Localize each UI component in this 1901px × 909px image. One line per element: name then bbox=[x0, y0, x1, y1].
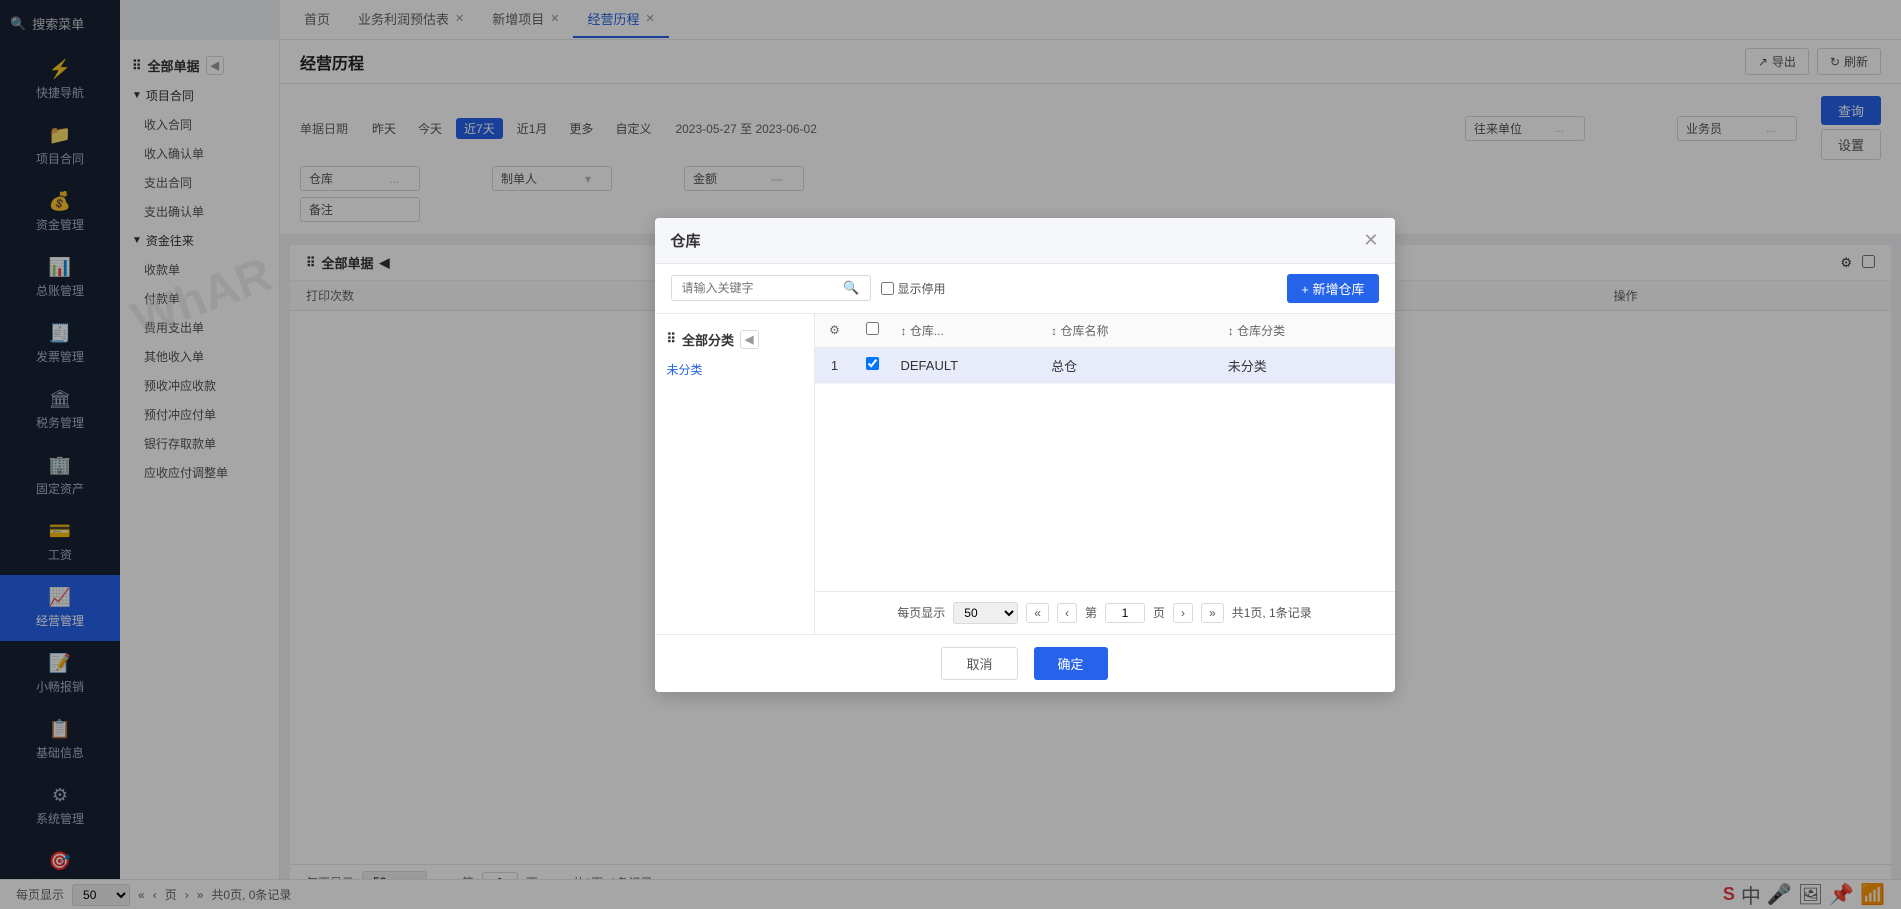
all-category-btn[interactable]: ⠿ 全部分类 ◀ bbox=[655, 324, 814, 355]
uncategorized-item[interactable]: 未分类 bbox=[655, 355, 814, 384]
search-input[interactable] bbox=[682, 281, 838, 295]
modal-body: 🔍 显示停用 + 新增仓库 ⠿ 全部分类 ◀ 未分类 bbox=[655, 264, 1395, 692]
warehouse-modal: 仓库 ✕ 🔍 显示停用 + 新增仓库 ⠿ bbox=[655, 218, 1395, 692]
table-row[interactable]: 1 DEFAULT 总仓 未分类 bbox=[815, 348, 1395, 384]
sort-name-icon[interactable]: ↕ bbox=[1051, 324, 1057, 338]
row-check[interactable] bbox=[855, 357, 891, 373]
modal-first-page-btn[interactable]: « bbox=[1026, 603, 1049, 623]
row-settings-btn[interactable]: 1 bbox=[815, 358, 855, 373]
add-warehouse-button[interactable]: + 新增仓库 bbox=[1287, 274, 1378, 303]
col-header-settings[interactable]: ⚙ bbox=[815, 323, 855, 337]
cancel-button[interactable]: 取消 bbox=[941, 647, 1017, 680]
modal-page-suffix: 页 bbox=[1153, 604, 1165, 621]
col-header-check[interactable] bbox=[855, 322, 891, 338]
modal-header: 仓库 ✕ bbox=[655, 218, 1395, 264]
modal-page-size-select[interactable]: 50 100 bbox=[953, 602, 1018, 624]
modal-last-page-btn[interactable]: » bbox=[1201, 603, 1224, 623]
modal-page-label: 第 bbox=[1085, 604, 1097, 621]
col-header-category: ↕ 仓库分类 bbox=[1218, 322, 1395, 339]
modal-page-size-label: 每页显示 bbox=[897, 604, 945, 621]
modal-title: 仓库 bbox=[671, 230, 701, 251]
modal-toolbar: 🔍 显示停用 + 新增仓库 bbox=[655, 264, 1395, 314]
row-code: DEFAULT bbox=[891, 358, 1042, 373]
col-header-code: ↕ 仓库... bbox=[891, 322, 1042, 339]
confirm-button[interactable]: 确定 bbox=[1034, 647, 1108, 680]
modal-prev-page-btn[interactable]: ‹ bbox=[1057, 603, 1077, 623]
modal-page-input[interactable] bbox=[1105, 603, 1145, 623]
search-box: 🔍 bbox=[671, 275, 871, 301]
grid3-icon: ⠿ bbox=[667, 331, 677, 347]
modal-content-area: ⠿ 全部分类 ◀ 未分类 ⚙ bbox=[655, 314, 1395, 634]
modal-pagination: 每页显示 50 100 « ‹ 第 页 › » 共1页, 1条记录 bbox=[815, 591, 1395, 634]
modal-left-panel: ⠿ 全部分类 ◀ 未分类 bbox=[655, 314, 815, 634]
sort-code-icon[interactable]: ↕ bbox=[901, 324, 907, 338]
modal-next-page-btn[interactable]: › bbox=[1173, 603, 1193, 623]
row-checkbox[interactable] bbox=[866, 357, 879, 370]
select-all-modal-checkbox[interactable] bbox=[866, 322, 879, 335]
modal-total: 共1页, 1条记录 bbox=[1232, 604, 1312, 621]
row-category: 未分类 bbox=[1218, 356, 1395, 375]
show-disabled-label[interactable]: 显示停用 bbox=[881, 280, 946, 297]
row-name: 总仓 bbox=[1041, 356, 1218, 375]
collapse-left-btn[interactable]: ◀ bbox=[740, 330, 758, 349]
modal-table-header: ⚙ ↕ 仓库... ↕ 仓库名称 ↕ 仓库分类 bbox=[815, 314, 1395, 348]
modal-close-button[interactable]: ✕ bbox=[1363, 230, 1378, 251]
modal-search-area: 🔍 显示停用 bbox=[671, 275, 946, 301]
modal-footer: 取消 确定 bbox=[655, 634, 1395, 692]
search-icon[interactable]: 🔍 bbox=[843, 280, 859, 296]
sort-cat-icon[interactable]: ↕ bbox=[1228, 324, 1234, 338]
modal-right-panel: ⚙ ↕ 仓库... ↕ 仓库名称 ↕ 仓库分类 bbox=[815, 314, 1395, 634]
show-disabled-checkbox[interactable] bbox=[881, 282, 894, 295]
col-header-name: ↕ 仓库名称 bbox=[1041, 322, 1218, 339]
modal-table-body: 1 DEFAULT 总仓 未分类 bbox=[815, 348, 1395, 591]
